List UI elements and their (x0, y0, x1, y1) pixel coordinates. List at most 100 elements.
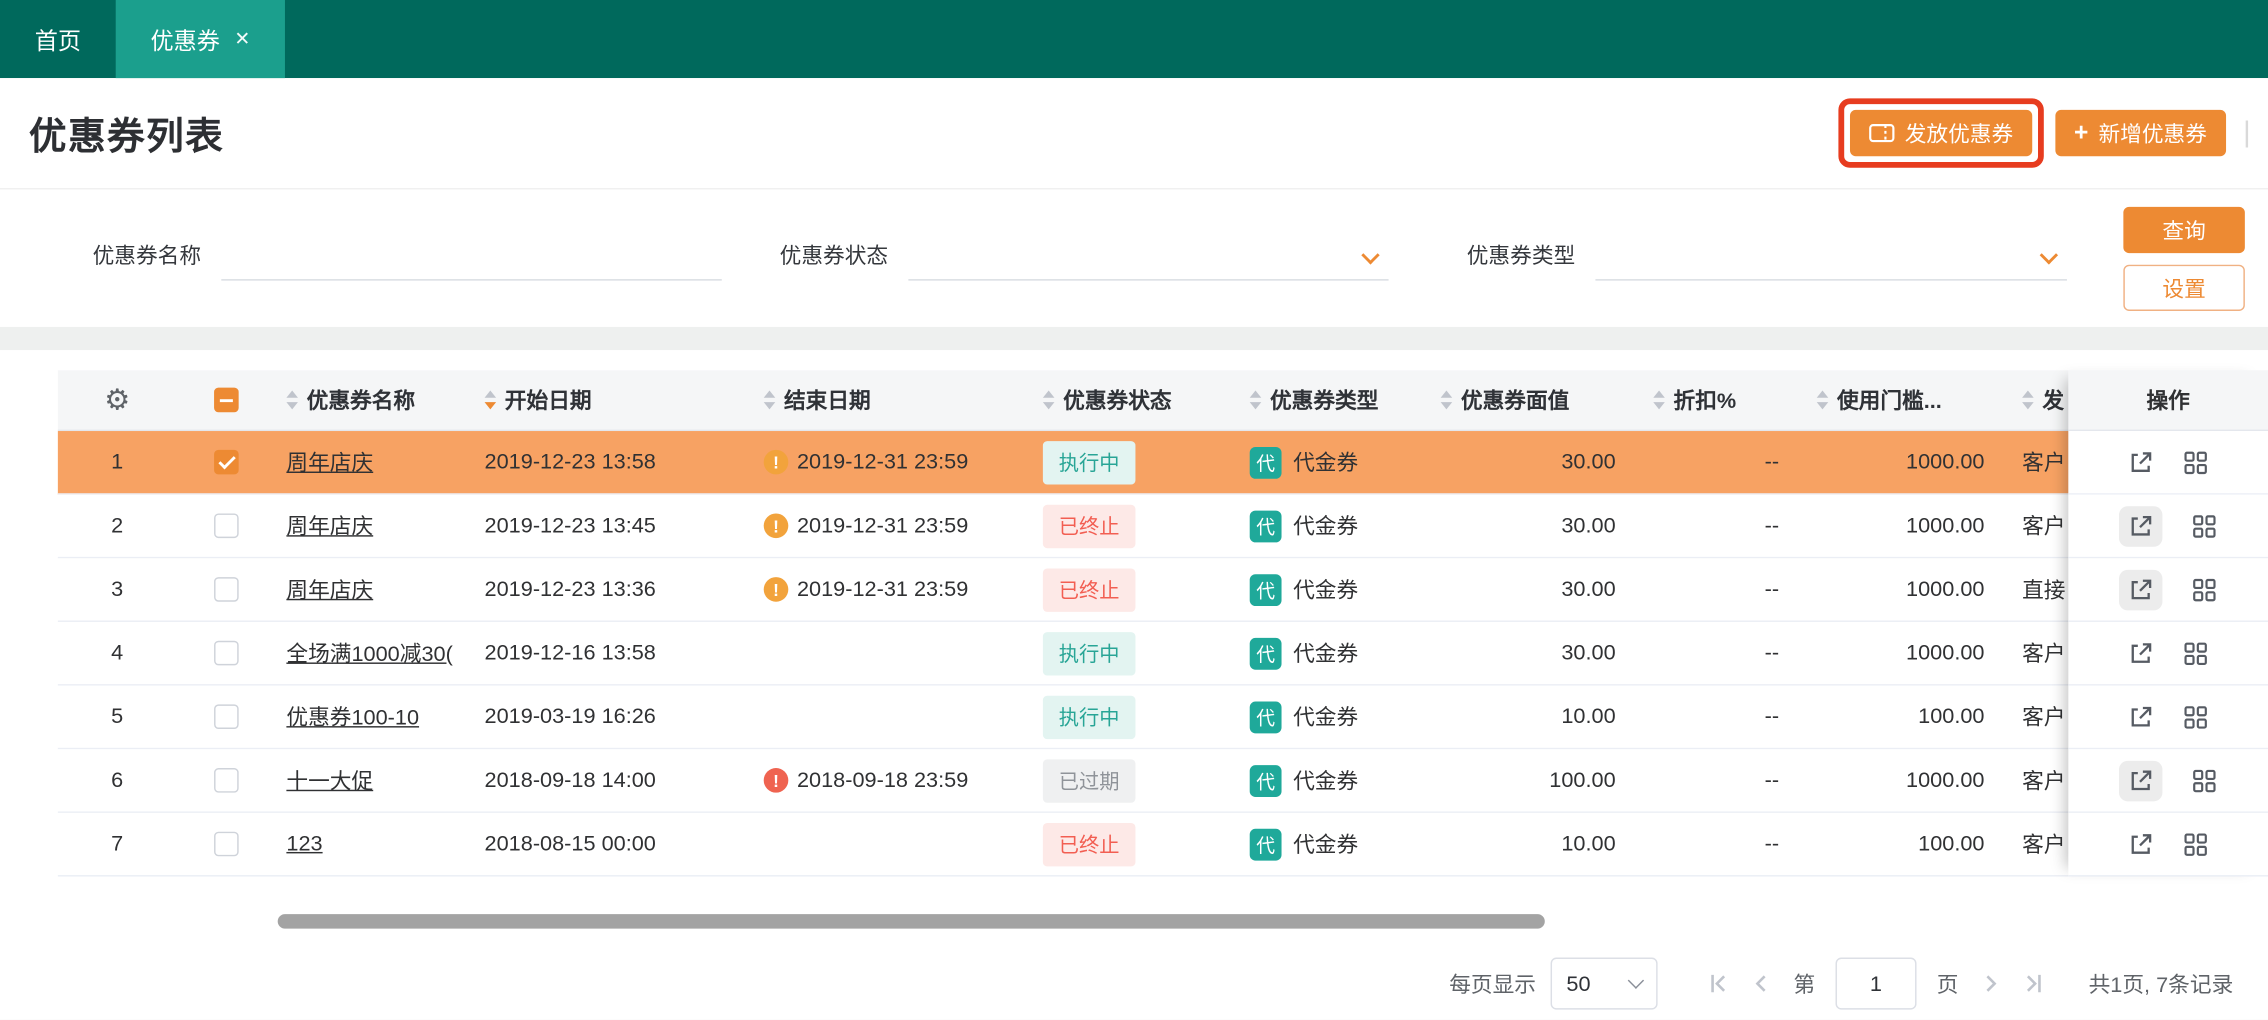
first-page-icon[interactable] (1707, 972, 1730, 995)
coupon-type-label: 优惠券类型 (1466, 243, 1576, 269)
chevron-down-icon (1361, 245, 1380, 264)
row-index: 3 (111, 577, 124, 602)
horizontal-scrollbar[interactable] (277, 914, 1545, 929)
pagination-bar: 每页显示 50 第 1 页 共1页, 7条记录 (0, 929, 2268, 1010)
coupon-name-input[interactable] (221, 236, 722, 280)
end-date-cell (752, 622, 1031, 684)
threshold-cell: 1000.00 (1906, 768, 1985, 793)
share-icon[interactable] (2119, 505, 2163, 547)
operations-cell (2068, 431, 2268, 495)
add-coupon-button[interactable]: + 新增优惠券 (2055, 109, 2226, 157)
grid-icon[interactable] (2183, 449, 2209, 475)
sort-carets-icon (1653, 390, 1665, 410)
coupon-name-cell: 周年店庆 (275, 495, 473, 557)
last-page-icon[interactable] (2022, 972, 2045, 995)
share-icon[interactable] (2128, 831, 2154, 857)
coupon-table: ⚙ 优惠券名称 开始日期 结束日期 优惠券状态 优惠券类型 优惠券面值 折扣% 使用门槛... 发… (57, 370, 2268, 877)
row-checkbox[interactable] (213, 768, 238, 793)
discount-cell: -- (1764, 704, 1780, 729)
coupon-name-link[interactable]: 周年店庆 (286, 511, 373, 541)
next-page-icon[interactable] (1979, 972, 2002, 995)
coupon-name-link[interactable]: 全场满1000减30( (286, 638, 452, 668)
face-value-cell: 30.00 (1561, 449, 1616, 475)
coupon-name-link[interactable]: 周年店庆 (286, 447, 373, 477)
operations-cell (2068, 812, 2268, 877)
row-index: 7 (111, 831, 124, 857)
coupon-name-link[interactable]: 优惠券100-10 (286, 702, 419, 732)
filter-coupon-type: 优惠券类型 (1466, 236, 2068, 280)
column-header[interactable]: 开始日期 (473, 370, 752, 429)
issue-coupon-button[interactable]: 发放优惠券 (1849, 109, 2033, 157)
coupon-type-icon: 代 (1249, 446, 1282, 479)
settings-button[interactable]: 设置 (2123, 264, 2245, 311)
row-checkbox[interactable] (213, 640, 238, 666)
coupon-type-select[interactable] (1595, 236, 2068, 280)
type-cell: 代代金券 (1238, 431, 1429, 493)
tab-coupon[interactable]: 优惠券 ✕ (115, 0, 285, 79)
grid-icon[interactable] (2183, 640, 2209, 666)
threshold-cell: 1000.00 (1906, 449, 1985, 475)
coupon-ticket-icon (1868, 123, 1895, 143)
grid-icon[interactable] (2183, 831, 2209, 857)
coupon-name-link[interactable]: 十一大促 (286, 765, 373, 795)
column-header[interactable]: 优惠券名称 (275, 370, 473, 429)
query-button[interactable]: 查询 (2123, 206, 2245, 254)
row-checkbox[interactable] (213, 831, 238, 857)
coupon-type-icon: 代 (1249, 509, 1282, 542)
grid-icon[interactable] (2183, 704, 2209, 730)
sort-carets-icon (2022, 390, 2034, 410)
coupon-status-select[interactable] (908, 236, 1389, 280)
share-icon[interactable] (2119, 760, 2163, 801)
column-header[interactable]: 使用门槛... (1805, 370, 2010, 429)
per-page-label: 每页显示 (1449, 972, 1537, 998)
type-cell: 代代金券 (1238, 622, 1429, 684)
prev-page-icon[interactable] (1750, 972, 1773, 995)
grid-icon[interactable] (2191, 576, 2217, 602)
header-actions: 发放优惠券 + 新增优惠券 | (1838, 98, 2251, 168)
coupon-admin-app: 首页 优惠券 ✕ 优惠券列表 发放优惠券 + 新增优惠券 | 优惠券名称 优惠券… (0, 0, 2268, 1020)
share-icon[interactable] (2128, 449, 2154, 475)
coupon-name-label: 优惠券名称 (92, 243, 202, 269)
coupon-name-link[interactable]: 周年店庆 (286, 574, 373, 604)
coupon-name-cell: 十一大促 (275, 749, 473, 811)
tab-home[interactable]: 首页 (0, 0, 116, 78)
end-date-cell: ! 2019-12-31 23:59 (752, 495, 1031, 557)
row-checkbox[interactable] (213, 577, 238, 602)
row-checkbox[interactable] (213, 449, 238, 475)
threshold-cell: 1000.00 (1906, 513, 1985, 539)
grid-icon[interactable] (2191, 513, 2217, 539)
close-tab-icon[interactable]: ✕ (234, 27, 250, 50)
share-icon[interactable] (2119, 569, 2163, 610)
discount-cell: -- (1764, 513, 1780, 539)
row-checkbox[interactable] (213, 704, 238, 729)
share-icon[interactable] (2128, 640, 2154, 666)
row-checkbox-cell (176, 686, 274, 748)
row-checkbox-cell (176, 431, 274, 493)
row-checkbox-cell (176, 622, 274, 684)
page-controls: 第 1 页 (1707, 957, 2046, 1010)
select-all-checkbox[interactable] (213, 387, 238, 413)
row-index: 4 (111, 640, 124, 666)
gear-icon[interactable]: ⚙ (104, 382, 130, 418)
page-number-input[interactable]: 1 (1835, 957, 1917, 1010)
coupon-table-card: ⚙ 优惠券名称 开始日期 结束日期 优惠券状态 优惠券类型 优惠券面值 折扣% 使用门槛... 发… (0, 350, 2268, 1020)
column-header[interactable]: 优惠券面值 (1429, 370, 1642, 429)
sort-carets-icon (286, 390, 298, 410)
column-header[interactable]: 优惠券状态 (1031, 370, 1238, 429)
share-icon[interactable] (2128, 704, 2154, 730)
coupon-name-link[interactable]: 123 (286, 832, 322, 857)
plus-icon: + (2073, 118, 2089, 147)
column-header[interactable]: 结束日期 (752, 370, 1031, 429)
end-date-cell (752, 686, 1031, 748)
row-checkbox[interactable] (213, 513, 238, 539)
column-header[interactable]: 折扣% (1642, 370, 1805, 429)
column-header[interactable]: 优惠券类型 (1238, 370, 1429, 429)
column-header-label: 发 (2042, 389, 2065, 414)
row-checkbox-cell (176, 813, 274, 875)
grid-icon[interactable] (2191, 767, 2217, 793)
status-badge: 执行中 (1042, 440, 1136, 484)
column-settings-cell: ⚙ (58, 370, 177, 429)
page-size-select[interactable]: 50 (1550, 957, 1658, 1010)
status-badge: 已终止 (1042, 822, 1136, 866)
type-cell: 代代金券 (1238, 813, 1429, 875)
